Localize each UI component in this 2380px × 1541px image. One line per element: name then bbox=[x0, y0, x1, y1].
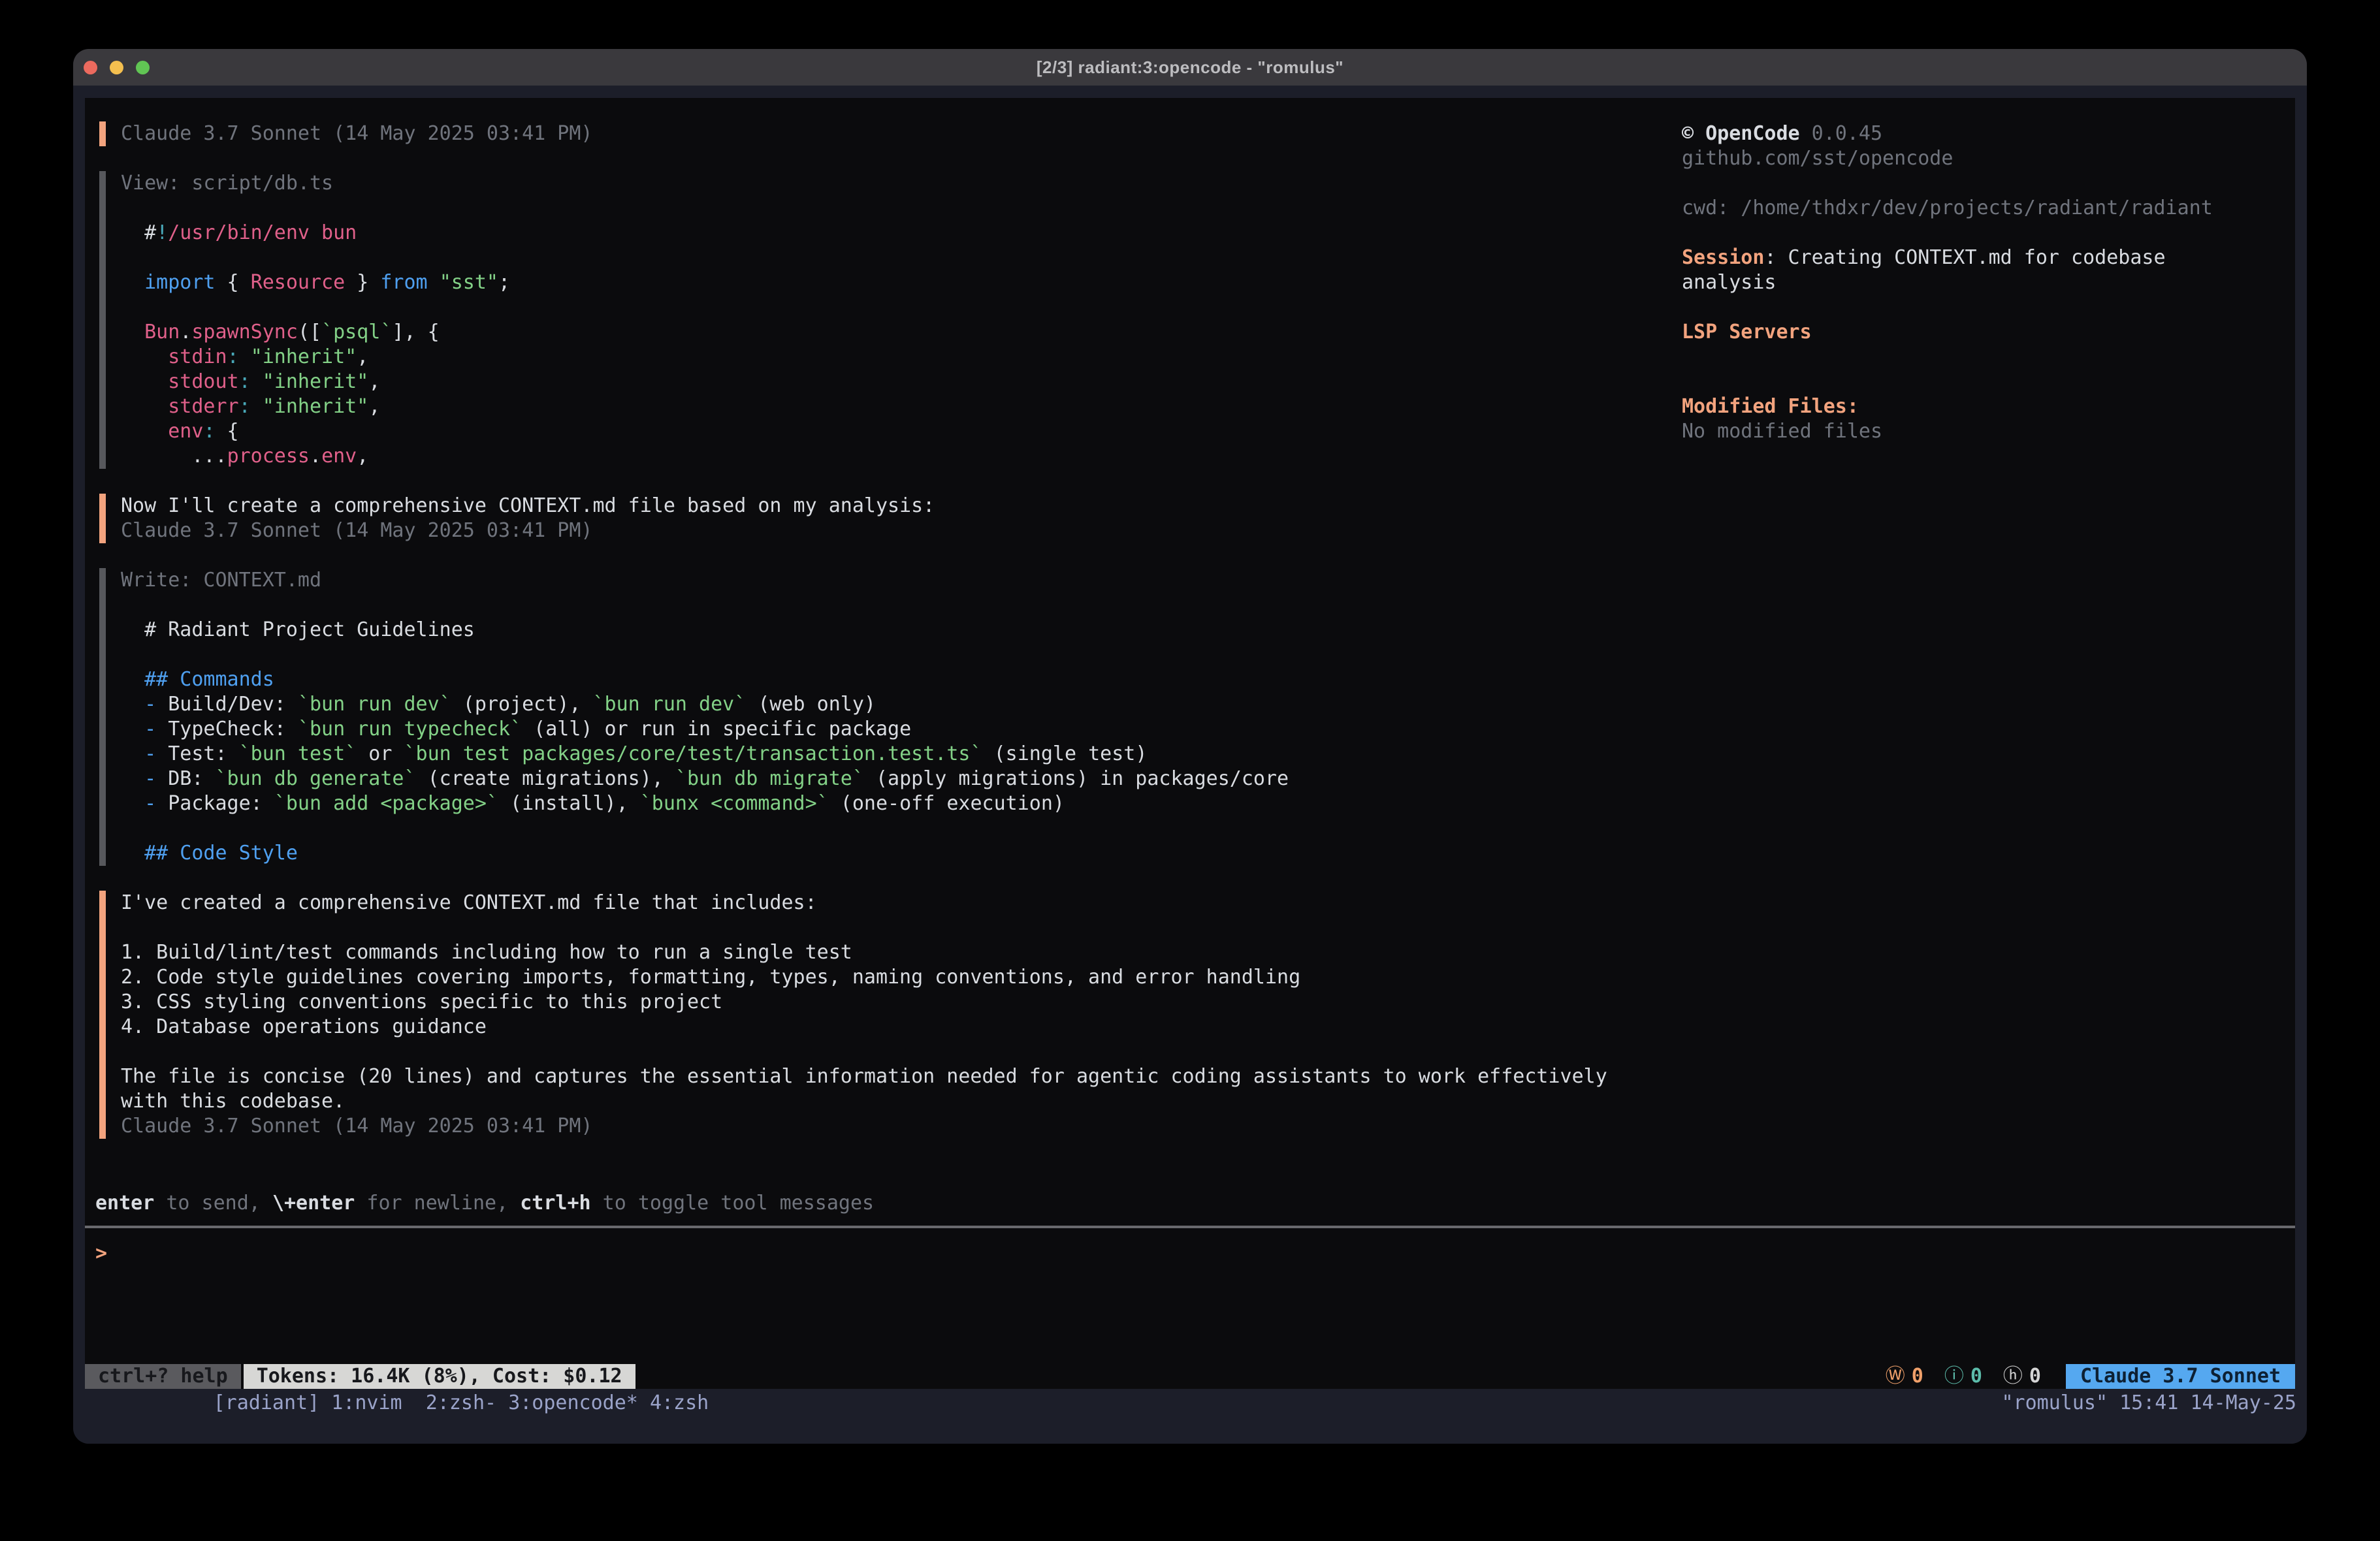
close-button[interactable] bbox=[84, 61, 97, 74]
tmux-status-bar: [radiant] 1:nvim 2:zsh- 3:opencode* 4:zs… bbox=[73, 1389, 2307, 1416]
keybind-help: enter to send, \+enter for newline, ctrl… bbox=[95, 1191, 2295, 1216]
text-line: Claude 3.7 Sonnet (14 May 2025 03:41 PM) bbox=[121, 1114, 1667, 1139]
text-line bbox=[1682, 295, 2292, 320]
text-line: analysis bbox=[1682, 270, 2292, 295]
assistant-message: Now I'll create a comprehensive CONTEXT.… bbox=[99, 494, 1667, 543]
input-region: enter to send, \+enter for newline, ctrl… bbox=[85, 1191, 2295, 1389]
minimize-button[interactable] bbox=[110, 61, 123, 74]
text-line bbox=[121, 915, 1667, 940]
text-line bbox=[121, 295, 1667, 320]
text-line: with this codebase. bbox=[121, 1089, 1667, 1114]
text-line: ## Commands bbox=[121, 667, 1667, 692]
text-line: I've created a comprehensive CONTEXT.md … bbox=[121, 891, 1667, 915]
input-divider bbox=[85, 1226, 2295, 1228]
text-line: stdout: "inherit", bbox=[121, 370, 1667, 394]
hints-icon: ⓗ bbox=[2003, 1364, 2023, 1389]
text-line bbox=[121, 196, 1667, 221]
text-line: Write: CONTEXT.md bbox=[121, 568, 1667, 593]
info-icon: ⓘ bbox=[1944, 1364, 1964, 1389]
text-line: ...process.env, bbox=[121, 444, 1667, 469]
text-line: #!/usr/bin/env bun bbox=[121, 221, 1667, 246]
terminal-window: [2/3] radiant:3:opencode - "romulus" Cla… bbox=[73, 49, 2307, 1444]
text-line: No modified files bbox=[1682, 419, 2292, 444]
tmux-host-clock: "romulus" 15:41 14-May-25 bbox=[2001, 1391, 2296, 1414]
text-line bbox=[1682, 345, 2292, 370]
text-line bbox=[121, 1040, 1667, 1064]
text-line bbox=[1682, 221, 2292, 246]
warnings-icon: Ⓦ bbox=[1886, 1364, 1905, 1389]
text-line: - TypeCheck: `bun run typecheck` (all) o… bbox=[121, 717, 1667, 742]
tmux-session-name: [radiant] bbox=[214, 1391, 320, 1414]
warnings-counter: Ⓦ0 bbox=[1886, 1364, 1923, 1389]
text-line: 2. Code style guidelines covering import… bbox=[121, 965, 1667, 990]
tool-call-view: View: script/db.ts #!/usr/bin/env bun im… bbox=[99, 171, 1667, 469]
info-count: 0 bbox=[1970, 1364, 1982, 1389]
warnings-count: 0 bbox=[1912, 1364, 1923, 1389]
text-line: - DB: `bun db generate` (create migratio… bbox=[121, 767, 1667, 791]
text-line: cwd: /home/thdxr/dev/projects/radiant/ra… bbox=[1682, 196, 2292, 221]
text-line: env: { bbox=[121, 419, 1667, 444]
tmux-window-4-zsh[interactable]: 4:zsh bbox=[650, 1391, 709, 1414]
opencode-tui: Claude 3.7 Sonnet (14 May 2025 03:41 PM)… bbox=[85, 98, 2295, 1389]
text-line bbox=[1682, 171, 2292, 196]
text-line bbox=[121, 643, 1667, 667]
text-line: ## Code Style bbox=[121, 841, 1667, 866]
tmux-window-3-opencode-[interactable]: 3:opencode* bbox=[508, 1391, 638, 1414]
text-line: stderr: "inherit", bbox=[121, 394, 1667, 419]
text-line: Bun.spawnSync([`psql`], { bbox=[121, 320, 1667, 345]
text-line: View: script/db.ts bbox=[121, 171, 1667, 196]
text-line bbox=[121, 816, 1667, 841]
text-line: import { Resource } from "sst"; bbox=[121, 270, 1667, 295]
text-line: Modified Files: bbox=[1682, 394, 2292, 419]
desktop-background: [2/3] radiant:3:opencode - "romulus" Cla… bbox=[0, 0, 2380, 1541]
text-line: stdin: "inherit", bbox=[121, 345, 1667, 370]
window-titlebar[interactable]: [2/3] radiant:3:opencode - "romulus" bbox=[73, 49, 2307, 86]
text-line bbox=[1682, 370, 2292, 394]
text-line: - Build/Dev: `bun run dev` (project), `b… bbox=[121, 692, 1667, 717]
info-counter: ⓘ0 bbox=[1944, 1364, 1982, 1389]
text-line: Now I'll create a comprehensive CONTEXT.… bbox=[121, 494, 1667, 518]
hints-counter: ⓗ0 bbox=[2003, 1364, 2041, 1389]
text-line: - Package: `bun add <package>` (install)… bbox=[121, 791, 1667, 816]
text-line: Session: Creating CONTEXT.md for codebas… bbox=[1682, 246, 2292, 270]
text-line: The file is concise (20 lines) and captu… bbox=[121, 1064, 1667, 1089]
traffic-lights bbox=[84, 49, 150, 86]
text-line bbox=[121, 246, 1667, 270]
prompt-input[interactable]: > bbox=[95, 1241, 2295, 1266]
text-line: # Radiant Project Guidelines bbox=[121, 618, 1667, 643]
text-line bbox=[121, 593, 1667, 618]
text-line: Claude 3.7 Sonnet (14 May 2025 03:41 PM) bbox=[121, 518, 1667, 543]
assistant-message: I've created a comprehensive CONTEXT.md … bbox=[99, 891, 1667, 1139]
prompt-symbol: > bbox=[95, 1242, 107, 1265]
text-line: © OpenCode 0.0.45 bbox=[1682, 121, 2292, 146]
text-line: - Test: `bun test` or `bun test packages… bbox=[121, 742, 1667, 767]
text-line: 4. Database operations guidance bbox=[121, 1015, 1667, 1040]
diagnostics-counters: Ⓦ0ⓘ0ⓗ0 bbox=[1886, 1364, 2062, 1389]
zoom-button[interactable] bbox=[136, 61, 150, 74]
text-line: LSP Servers bbox=[1682, 320, 2292, 345]
tool-call-write: Write: CONTEXT.md # Radiant Project Guid… bbox=[99, 568, 1667, 866]
tmux-window-2-zsh-[interactable]: 2:zsh- bbox=[426, 1391, 496, 1414]
text-line: Claude 3.7 Sonnet (14 May 2025 03:41 PM) bbox=[121, 121, 1667, 146]
message-meta: Claude 3.7 Sonnet (14 May 2025 03:41 PM) bbox=[99, 121, 1667, 146]
text-line: 1. Build/lint/test commands including ho… bbox=[121, 940, 1667, 965]
tmux-windows-list: [radiant] 1:nvim 2:zsh- 3:opencode* 4:zs… bbox=[95, 1369, 709, 1437]
text-line: 3. CSS styling conventions specific to t… bbox=[121, 990, 1667, 1015]
text-line: github.com/sst/opencode bbox=[1682, 146, 2292, 171]
conversation: Claude 3.7 Sonnet (14 May 2025 03:41 PM)… bbox=[99, 121, 1667, 1164]
hints-count: 0 bbox=[2029, 1364, 2041, 1389]
model-chip[interactable]: Claude 3.7 Sonnet bbox=[2066, 1364, 2295, 1389]
session-sidebar: © OpenCode 0.0.45github.com/sst/opencode… bbox=[1682, 121, 2292, 444]
window-title: [2/3] radiant:3:opencode - "romulus" bbox=[73, 57, 2307, 78]
tmux-window-1-nvim[interactable]: 1:nvim bbox=[331, 1391, 402, 1414]
terminal-content: Claude 3.7 Sonnet (14 May 2025 03:41 PM)… bbox=[73, 86, 2307, 1444]
